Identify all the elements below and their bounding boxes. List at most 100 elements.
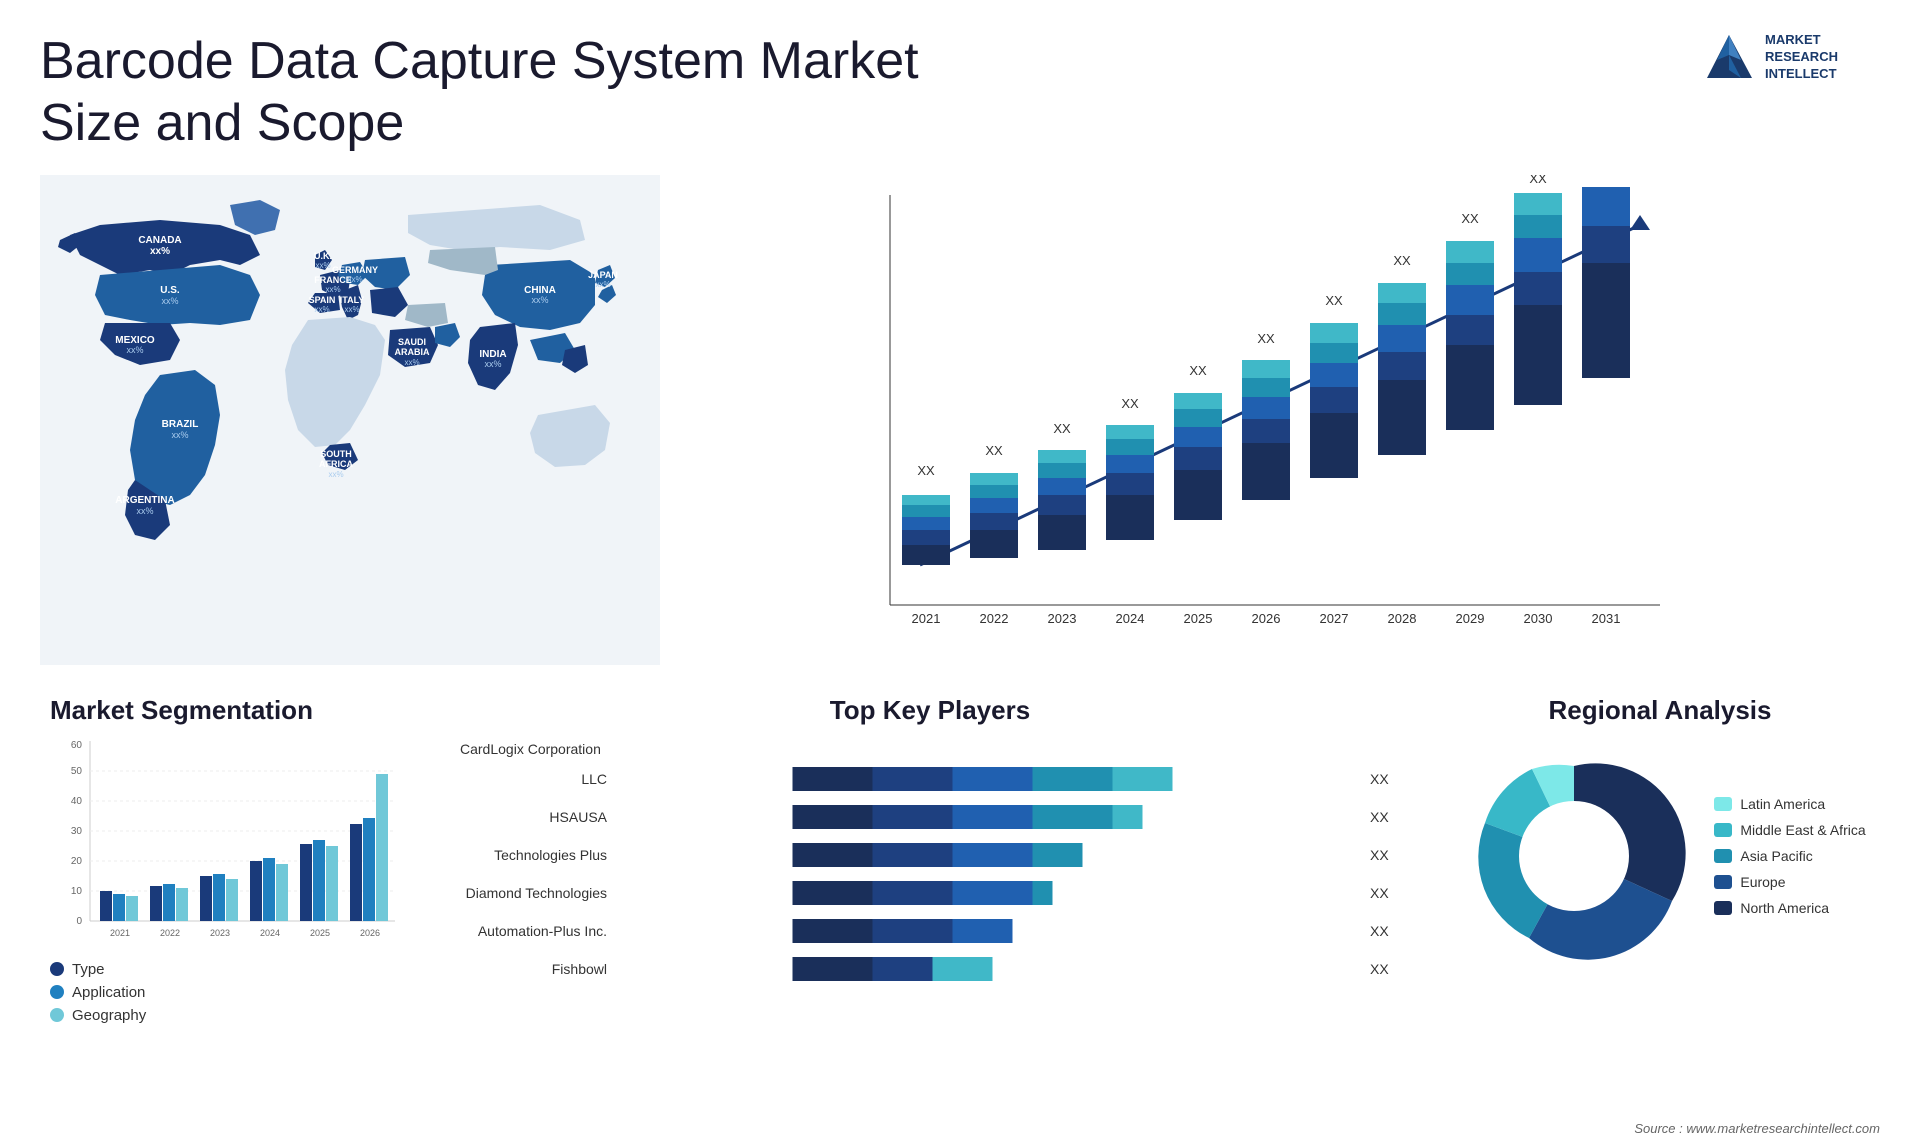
svg-text:2029: 2029 — [1456, 611, 1485, 626]
player-bar-auto — [623, 917, 1362, 945]
player-row-llc: LLC XX — [460, 765, 1400, 793]
svg-text:XX: XX — [1189, 363, 1207, 378]
japan-label: JAPAN — [588, 270, 618, 280]
donut-container: Latin America Middle East & Africa Asia … — [1450, 736, 1870, 976]
bar-chart-container: XX 2021 XX 2022 XX 2023 — [680, 175, 1860, 655]
svg-text:XX: XX — [1529, 175, 1547, 186]
regional-legend: Latin America Middle East & Africa Asia … — [1714, 796, 1865, 916]
italy-label: ITALY — [340, 295, 365, 305]
player-row-diamond: Diamond Technologies XX — [460, 879, 1400, 907]
svg-text:XX: XX — [1461, 211, 1479, 226]
svg-text:XX: XX — [917, 463, 935, 478]
svg-text:2030: 2030 — [1524, 611, 1553, 626]
svg-text:XX: XX — [1053, 421, 1071, 436]
map-section: CANADA xx% U.S. xx% MEXICO xx% BRAZIL xx… — [40, 165, 660, 685]
uk-label: U.K. — [314, 251, 332, 261]
svg-text:20: 20 — [71, 856, 83, 867]
svg-text:XX: XX — [1325, 293, 1343, 308]
legend-mea: Middle East & Africa — [1714, 822, 1865, 838]
player-value-fish: XX — [1370, 961, 1400, 977]
us-label: U.S. — [160, 285, 180, 296]
legend-type: Type — [50, 961, 410, 978]
player-row-tech: Technologies Plus XX — [460, 841, 1400, 869]
player-value-hsa: XX — [1370, 809, 1400, 825]
player-value-auto: XX — [1370, 923, 1400, 939]
player-name-diamond: Diamond Technologies — [460, 885, 615, 901]
geography-dot — [50, 1008, 64, 1022]
svg-text:xx%: xx% — [531, 295, 548, 305]
apac-color — [1714, 849, 1732, 863]
southafrica-label: SOUTH — [320, 449, 352, 459]
svg-text:xx%: xx% — [404, 358, 419, 367]
player-bar-fish — [623, 955, 1362, 983]
svg-text:2023: 2023 — [210, 928, 230, 938]
logo-text: MARKET RESEARCH INTELLECT — [1765, 32, 1838, 83]
source-text: Source : www.marketresearchintellect.com — [1634, 1121, 1880, 1136]
player-bar-llc — [623, 765, 1362, 793]
svg-text:30: 30 — [71, 826, 83, 837]
bar-chart-section: XX 2021 XX 2022 XX 2023 — [660, 165, 1880, 685]
svg-text:2025: 2025 — [1184, 611, 1213, 626]
france-label: FRANCE — [314, 275, 352, 285]
player-bar-diamond — [623, 879, 1362, 907]
northamerica-color — [1714, 901, 1732, 915]
cardlogix-row: CardLogix Corporation — [460, 741, 1400, 757]
legend-europe: Europe — [1714, 874, 1865, 890]
svg-text:10: 10 — [71, 886, 83, 897]
header: Barcode Data Capture System Market Size … — [0, 0, 1920, 165]
svg-text:2027: 2027 — [1320, 611, 1349, 626]
player-row-hsa: HSAUSA XX — [460, 803, 1400, 831]
bar-chart-svg: XX 2021 XX 2022 XX 2023 — [680, 175, 1860, 655]
svg-text:2022: 2022 — [160, 928, 180, 938]
segmentation-section: Market Segmentation 0 10 20 30 — [40, 695, 420, 1030]
svg-text:2025: 2025 — [310, 928, 330, 938]
svg-text:AFRICA: AFRICA — [319, 459, 353, 469]
legend-apac: Asia Pacific — [1714, 848, 1865, 864]
svg-text:xx%: xx% — [171, 430, 188, 440]
logo-icon — [1702, 30, 1757, 85]
player-value-diamond: XX — [1370, 885, 1400, 901]
svg-text:2021: 2021 — [110, 928, 130, 938]
seg-chart-svg: 0 10 20 30 40 50 60 2021 — [50, 736, 410, 956]
player-bar-tech — [623, 841, 1362, 869]
player-row-fish: Fishbowl XX — [460, 955, 1400, 983]
player-row-auto: Automation-Plus Inc. XX — [460, 917, 1400, 945]
world-map: CANADA xx% U.S. xx% MEXICO xx% BRAZIL xx… — [40, 175, 660, 665]
svg-text:xx%: xx% — [328, 470, 343, 479]
player-name-llc: LLC — [460, 771, 615, 787]
svg-text:2024: 2024 — [1116, 611, 1145, 626]
donut-chart — [1454, 736, 1694, 976]
argentina-label: ARGENTINA — [115, 495, 174, 506]
svg-text:40: 40 — [71, 796, 83, 807]
svg-text:2026: 2026 — [1252, 611, 1281, 626]
player-value-tech: XX — [1370, 847, 1400, 863]
legend-application: Application — [50, 984, 410, 1001]
svg-text:xx%: xx% — [136, 506, 153, 516]
svg-text:xx%: xx% — [161, 296, 178, 306]
player-name-tech: Technologies Plus — [460, 847, 615, 863]
svg-text:2028: 2028 — [1388, 611, 1417, 626]
content-area: CANADA xx% U.S. xx% MEXICO xx% BRAZIL xx… — [0, 165, 1920, 1040]
germany-label: GERMANY — [332, 265, 378, 275]
svg-text:2026: 2026 — [360, 928, 380, 938]
svg-text:xx%: xx% — [325, 285, 340, 294]
regional-title: Regional Analysis — [1450, 695, 1870, 726]
canada-label: CANADA — [138, 235, 181, 246]
player-name-auto: Automation-Plus Inc. — [460, 923, 615, 939]
player-bar-hsa — [623, 803, 1362, 831]
svg-text:2024: 2024 — [260, 928, 280, 938]
svg-text:XX: XX — [1393, 253, 1411, 268]
svg-text:2022: 2022 — [980, 611, 1009, 626]
svg-text:ARABIA: ARABIA — [395, 347, 430, 357]
svg-text:50: 50 — [71, 766, 83, 777]
legend-geography: Geography — [50, 1007, 410, 1024]
svg-text:0: 0 — [76, 916, 82, 927]
svg-text:xx%: xx% — [347, 275, 362, 284]
bottom-area: Market Segmentation 0 10 20 30 — [40, 685, 1880, 1040]
page-title: Barcode Data Capture System Market Size … — [40, 30, 940, 155]
latin-color — [1714, 797, 1732, 811]
players-title: Top Key Players — [460, 695, 1400, 726]
europe-color — [1714, 875, 1732, 889]
saudi-label: SAUDI — [398, 337, 426, 347]
legend-latin: Latin America — [1714, 796, 1865, 812]
